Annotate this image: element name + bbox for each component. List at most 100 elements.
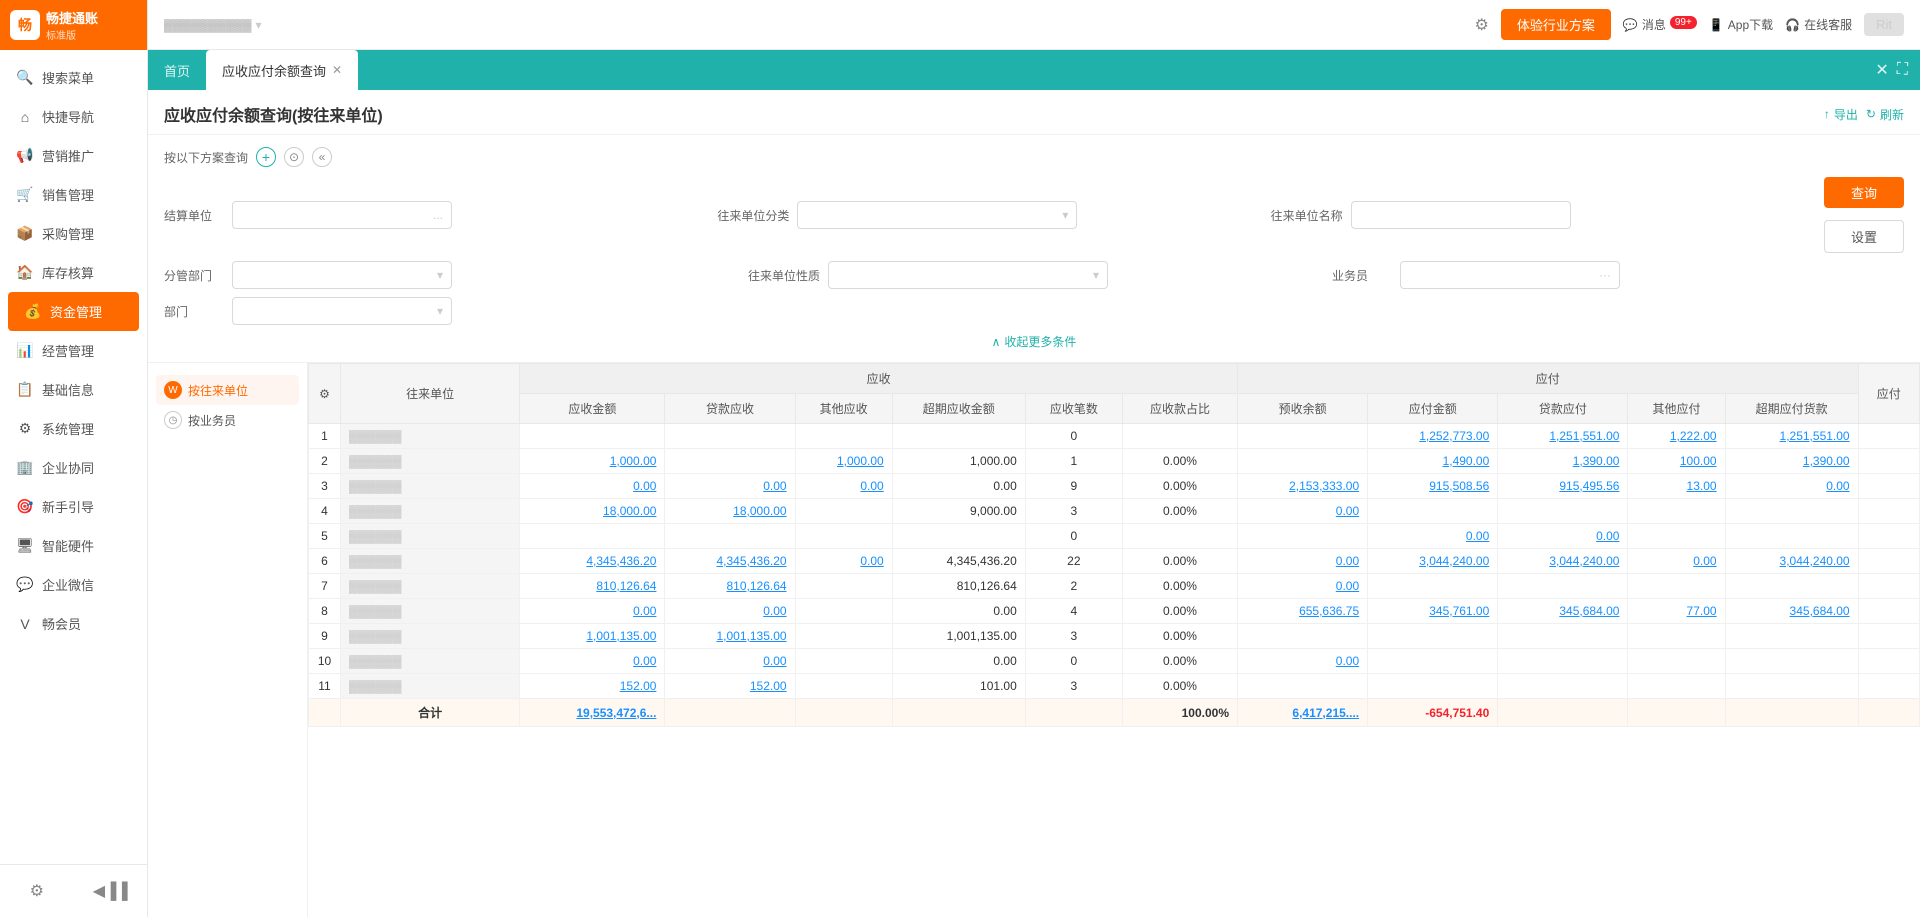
partner-category-select[interactable]: ▾ — [797, 201, 1077, 229]
cell-ap-amount-8[interactable] — [1368, 624, 1498, 649]
sidebar-item-sales[interactable]: 🛒销售管理 — [0, 175, 147, 214]
collapse-more-btn[interactable]: ∧ 收起更多条件 — [992, 333, 1077, 350]
query-button[interactable]: 查询 — [1824, 177, 1904, 208]
sidebar-item-inventory[interactable]: 🏠库存核算 — [0, 253, 147, 292]
total-ar-amount[interactable]: 19,553,472,6... — [520, 699, 665, 727]
cell-ap-amount-9[interactable] — [1368, 649, 1498, 674]
cell-ap-overdue-2[interactable]: 0.00 — [1725, 474, 1858, 499]
cell-ar-loan-3[interactable]: 18,000.00 — [665, 499, 795, 524]
cell-ap-amount-1[interactable]: 1,490.00 — [1368, 449, 1498, 474]
tab-close-icon[interactable]: ✕ — [332, 63, 342, 77]
cell-ar-amount-10[interactable]: 152.00 — [520, 674, 665, 699]
filter-add-button[interactable]: + — [256, 147, 276, 167]
industry-plan-button[interactable]: 体验行业方案 — [1501, 9, 1611, 40]
sidebar-item-guide[interactable]: 🎯新手引导 — [0, 487, 147, 526]
cell-ar-advance-9[interactable]: 0.00 — [1238, 649, 1368, 674]
fenguan-dept-select[interactable]: ▾ — [232, 261, 452, 289]
cell-ap-loan-7[interactable]: 345,684.00 — [1498, 599, 1628, 624]
cell-ar-loan-9[interactable]: 0.00 — [665, 649, 795, 674]
cell-ar-amount-5[interactable]: 4,345,436.20 — [520, 549, 665, 574]
app-download-button[interactable]: 📱 App下载 — [1709, 16, 1773, 33]
salesperson-input[interactable]: ··· — [1400, 261, 1620, 289]
cell-ar-advance-1[interactable] — [1238, 449, 1368, 474]
cell-ar-other-5[interactable]: 0.00 — [795, 549, 892, 574]
cell-ar-other-6[interactable] — [795, 574, 892, 599]
cell-ap-overdue-8[interactable] — [1725, 624, 1858, 649]
sidebar-item-wechat[interactable]: 💬企业微信 — [0, 565, 147, 604]
gear-icon[interactable]: ⚙ — [1475, 15, 1489, 35]
filter-collapse-button[interactable]: « — [312, 147, 332, 167]
cell-ar-amount-9[interactable]: 0.00 — [520, 649, 665, 674]
cell-ap-overdue-7[interactable]: 345,684.00 — [1725, 599, 1858, 624]
cell-ap-loan-0[interactable]: 1,251,551.00 — [1498, 424, 1628, 449]
cell-ap-loan-8[interactable] — [1498, 624, 1628, 649]
cell-ar-amount-4[interactable] — [520, 524, 665, 549]
cell-ap-other-9[interactable] — [1628, 649, 1725, 674]
cell-ap-loan-4[interactable]: 0.00 — [1498, 524, 1628, 549]
cell-ar-advance-6[interactable]: 0.00 — [1238, 574, 1368, 599]
cell-ar-amount-6[interactable]: 810,126.64 — [520, 574, 665, 599]
sidebar-item-member[interactable]: V畅会员 — [0, 604, 147, 643]
cell-ar-other-8[interactable] — [795, 624, 892, 649]
sidebar-item-marketing[interactable]: 📢营销推广 — [0, 136, 147, 175]
cell-ar-loan-0[interactable] — [665, 424, 795, 449]
cell-ap-amount-2[interactable]: 915,508.56 — [1368, 474, 1498, 499]
filter-settings-button[interactable]: ⊙ — [284, 147, 304, 167]
sidebar-item-search-menu[interactable]: 🔍搜索菜单 — [0, 58, 147, 97]
cell-ap-other-6[interactable] — [1628, 574, 1725, 599]
cell-ap-amount-6[interactable] — [1368, 574, 1498, 599]
jiesuan-unit-input[interactable]: ... — [232, 201, 452, 229]
cell-ar-loan-2[interactable]: 0.00 — [665, 474, 795, 499]
cell-ap-other-7[interactable]: 77.00 — [1628, 599, 1725, 624]
cell-ar-loan-10[interactable]: 152.00 — [665, 674, 795, 699]
left-panel-item-salesperson[interactable]: ◷ 按业务员 — [156, 405, 299, 435]
refresh-button[interactable]: ↻ 刷新 — [1866, 106, 1904, 123]
tab-close-all-icon[interactable]: ✕ — [1875, 60, 1888, 80]
cell-ap-overdue-5[interactable]: 3,044,240.00 — [1725, 549, 1858, 574]
cell-ar-loan-1[interactable] — [665, 449, 795, 474]
cell-ar-other-7[interactable] — [795, 599, 892, 624]
cell-ap-loan-2[interactable]: 915,495.56 — [1498, 474, 1628, 499]
cell-ar-other-3[interactable] — [795, 499, 892, 524]
set-button[interactable]: 设置 — [1824, 220, 1904, 253]
cell-ap-other-1[interactable]: 100.00 — [1628, 449, 1725, 474]
partner-nature-select[interactable]: ▾ — [828, 261, 1108, 289]
cell-ap-amount-4[interactable]: 0.00 — [1368, 524, 1498, 549]
collapse-button[interactable]: ◀▐▐ — [94, 875, 126, 907]
cell-ar-other-1[interactable]: 1,000.00 — [795, 449, 892, 474]
sidebar-item-quick-nav[interactable]: ⌂快捷导航 — [0, 97, 147, 136]
cell-ap-amount-5[interactable]: 3,044,240.00 — [1368, 549, 1498, 574]
cell-ap-overdue-3[interactable] — [1725, 499, 1858, 524]
online-service-button[interactable]: 🎧 在线客服 — [1785, 16, 1852, 33]
sidebar-item-purchase[interactable]: 📦采购管理 — [0, 214, 147, 253]
cell-ar-advance-4[interactable] — [1238, 524, 1368, 549]
total-ar-advance[interactable]: 6,417,215.... — [1238, 699, 1368, 727]
cell-ap-amount-7[interactable]: 345,761.00 — [1368, 599, 1498, 624]
left-panel-item-partner[interactable]: W 按往来单位 — [156, 375, 299, 405]
cell-ar-amount-8[interactable]: 1,001,135.00 — [520, 624, 665, 649]
cell-ar-amount-0[interactable] — [520, 424, 665, 449]
cell-ap-overdue-9[interactable] — [1725, 649, 1858, 674]
cell-ap-other-4[interactable] — [1628, 524, 1725, 549]
sidebar-item-enterprise[interactable]: 🏢企业协同 — [0, 448, 147, 487]
sidebar-item-system[interactable]: ⚙系统管理 — [0, 409, 147, 448]
cell-ar-loan-4[interactable] — [665, 524, 795, 549]
cell-ap-other-0[interactable]: 1,222.00 — [1628, 424, 1725, 449]
cell-ap-other-3[interactable] — [1628, 499, 1725, 524]
tab-ar-ap[interactable]: 应收应付余额查询 ✕ — [206, 50, 358, 90]
cell-ar-loan-7[interactable]: 0.00 — [665, 599, 795, 624]
sidebar-item-finance[interactable]: 💰资金管理 — [8, 292, 139, 331]
cell-ar-other-2[interactable]: 0.00 — [795, 474, 892, 499]
cell-ap-overdue-1[interactable]: 1,390.00 — [1725, 449, 1858, 474]
cell-ar-amount-2[interactable]: 0.00 — [520, 474, 665, 499]
cell-ar-amount-7[interactable]: 0.00 — [520, 599, 665, 624]
cell-ap-overdue-4[interactable] — [1725, 524, 1858, 549]
cell-ar-other-0[interactable] — [795, 424, 892, 449]
cell-ap-loan-1[interactable]: 1,390.00 — [1498, 449, 1628, 474]
cell-ap-amount-0[interactable]: 1,252,773.00 — [1368, 424, 1498, 449]
cell-ar-advance-10[interactable] — [1238, 674, 1368, 699]
cell-ap-loan-6[interactable] — [1498, 574, 1628, 599]
cell-ar-loan-5[interactable]: 4,345,436.20 — [665, 549, 795, 574]
cell-ar-loan-8[interactable]: 1,001,135.00 — [665, 624, 795, 649]
cell-ar-other-10[interactable] — [795, 674, 892, 699]
